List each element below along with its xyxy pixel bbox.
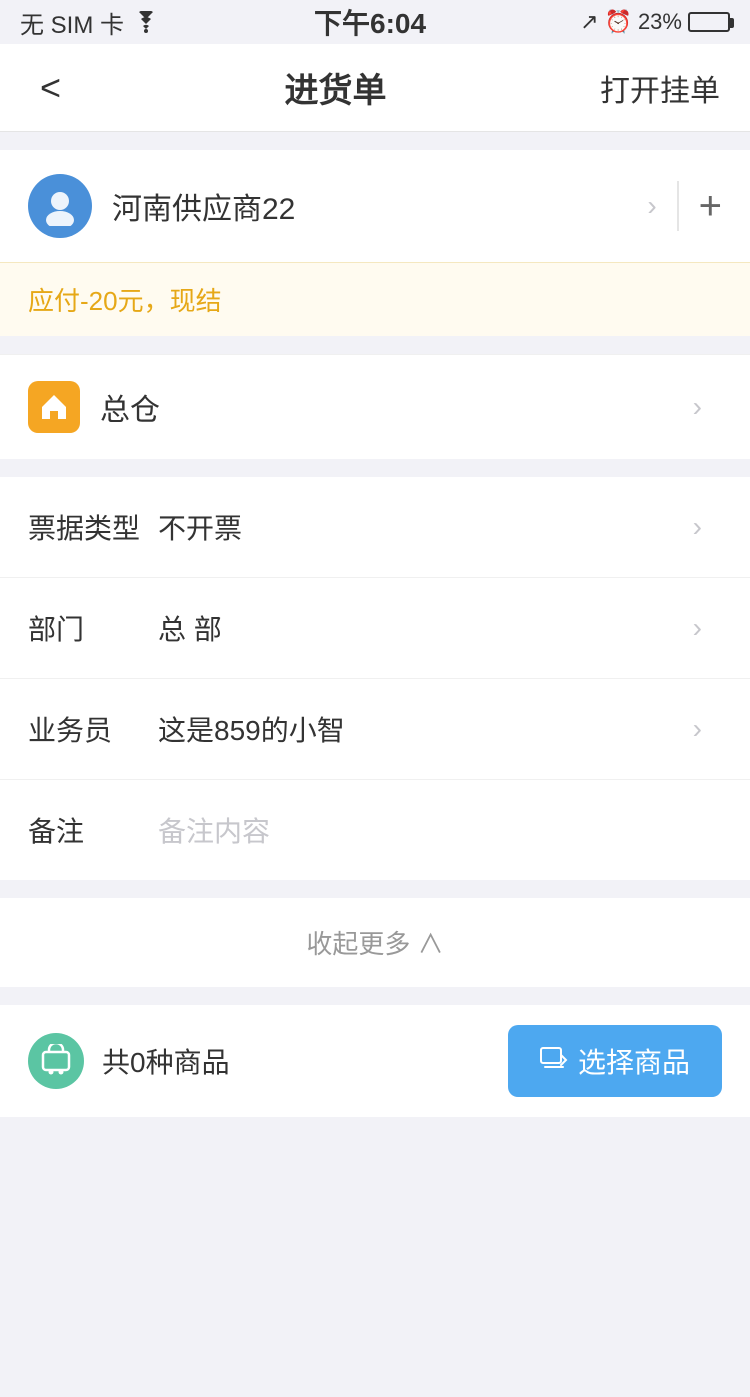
warehouse-section: 总仓 › — [0, 354, 750, 459]
department-row[interactable]: 部门 总 部 › — [0, 578, 750, 679]
ticket-type-value: 不开票 — [158, 507, 693, 547]
select-goods-icon — [540, 1047, 568, 1076]
ticket-type-chevron-icon: › — [693, 511, 702, 543]
status-bar: 无 SIM 卡 下午6:04 ↗ ⏰ 23% — [0, 0, 750, 44]
form-section: 票据类型 不开票 › 部门 总 部 › 业务员 这是859的小智 › 备注 备注… — [0, 477, 750, 880]
select-goods-label: 选择商品 — [578, 1041, 690, 1081]
gap-1 — [0, 132, 750, 150]
open-hang-button[interactable]: 打开挂单 — [600, 66, 720, 110]
nav-bar: < 进货单 打开挂单 — [0, 44, 750, 132]
status-time: 下午6:04 — [314, 2, 426, 42]
location-icon: ↗ — [580, 9, 598, 35]
alarm-icon: ⏰ — [605, 9, 632, 35]
cart-icon — [39, 1044, 73, 1078]
person-icon — [40, 186, 80, 226]
home-icon — [38, 391, 70, 423]
salesperson-label: 业务员 — [28, 709, 158, 749]
notice-text: 应付-20元，现结 — [28, 286, 222, 316]
warehouse-row[interactable]: 总仓 › — [0, 354, 750, 459]
remark-row[interactable]: 备注 备注内容 — [0, 780, 750, 880]
notice-row: 应付-20元，现结 — [0, 262, 750, 336]
supplier-section: 河南供应商22 › + 应付-20元，现结 — [0, 150, 750, 336]
select-goods-button[interactable]: 选择商品 — [508, 1025, 722, 1097]
vertical-divider — [677, 181, 679, 231]
goods-icon — [28, 1033, 84, 1089]
goods-count: 共0种商品 — [102, 1041, 508, 1081]
battery-icon — [688, 12, 730, 32]
collapse-label: 收起更多 ∧ — [306, 924, 443, 961]
department-value: 总 部 — [158, 608, 693, 648]
ticket-type-label: 票据类型 — [28, 507, 158, 547]
warehouse-chevron-icon: › — [693, 391, 702, 423]
warehouse-icon — [28, 381, 80, 433]
gap-2 — [0, 336, 750, 354]
salesperson-value: 这是859的小智 — [158, 709, 693, 749]
salesperson-row[interactable]: 业务员 这是859的小智 › — [0, 679, 750, 780]
back-button[interactable]: < — [30, 57, 71, 119]
add-button[interactable]: + — [699, 184, 722, 229]
status-carrier: 无 SIM 卡 — [20, 5, 160, 40]
bottom-bar: 共0种商品 选择商品 — [0, 1005, 750, 1117]
supplier-chevron-icon: › — [647, 190, 656, 222]
department-chevron-icon: › — [693, 612, 702, 644]
remark-input[interactable]: 备注内容 — [158, 810, 722, 850]
salesperson-chevron-icon: › — [693, 713, 702, 745]
page-rest — [0, 1117, 750, 1397]
status-right: ↗ ⏰ 23% — [580, 9, 730, 35]
warehouse-name: 总仓 — [100, 385, 693, 429]
supplier-row: 河南供应商22 › + — [0, 150, 750, 262]
ticket-type-row[interactable]: 票据类型 不开票 › — [0, 477, 750, 578]
battery-text: 23% — [638, 9, 682, 35]
remark-label: 备注 — [28, 810, 158, 850]
supplier-name[interactable]: 河南供应商22 — [112, 184, 647, 228]
avatar — [28, 174, 92, 238]
department-label: 部门 — [28, 608, 158, 648]
collapse-row[interactable]: 收起更多 ∧ — [0, 898, 750, 987]
wifi-icon — [132, 11, 160, 33]
carrier-text: 无 SIM 卡 — [20, 5, 124, 40]
page-title: 进货单 — [285, 63, 387, 112]
